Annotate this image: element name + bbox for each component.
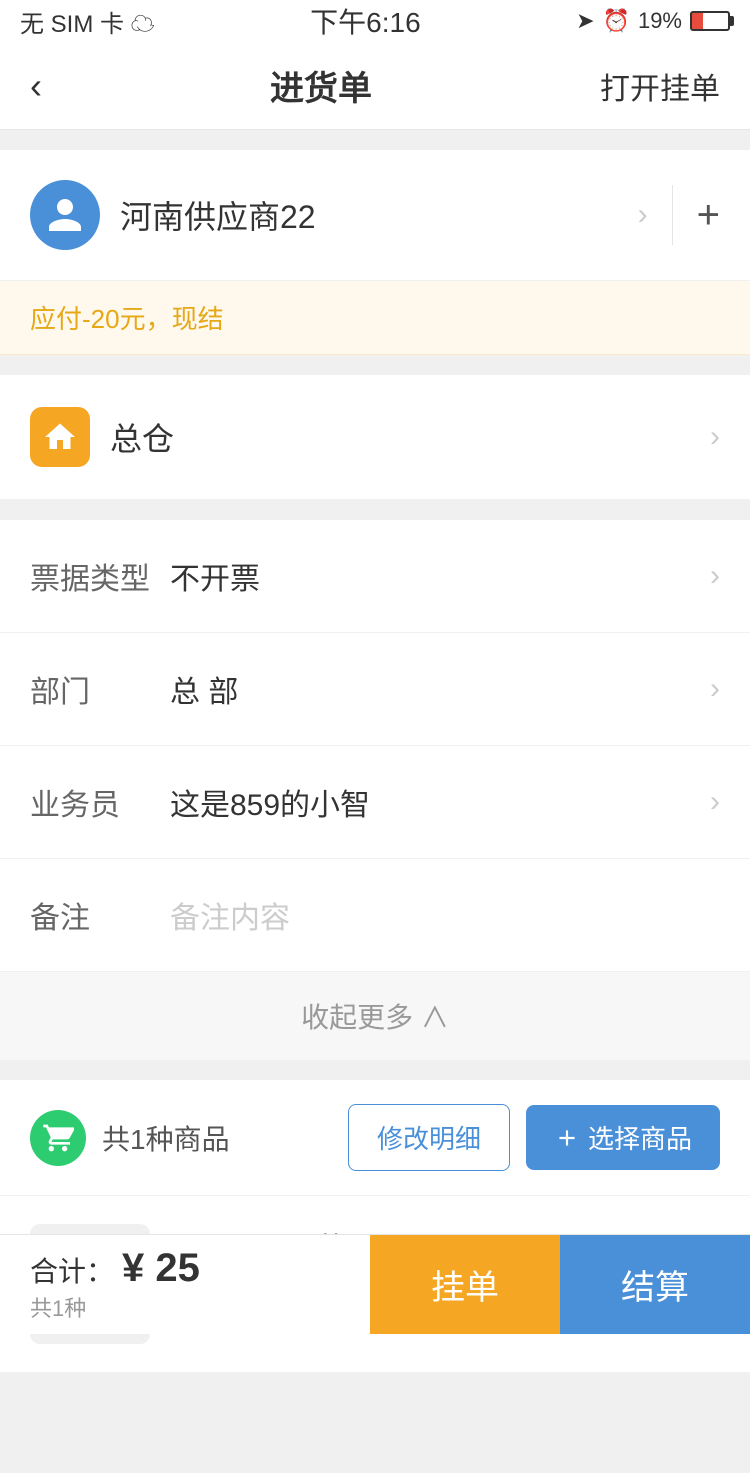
supplier-chevron-icon: › (638, 198, 648, 232)
warehouse-section: 总仓 › (0, 375, 750, 500)
total-main: 合计： ¥ 25 (30, 1246, 340, 1291)
page-title: 进货单 (270, 61, 372, 110)
section-gap-1 (0, 130, 750, 150)
salesperson-value: 这是859的小智 (170, 780, 710, 824)
status-time: 下午6:16 (310, 1, 421, 41)
supplier-section: 河南供应商22 › + 应付-20元，现结 (0, 150, 750, 355)
bottom-spacer (0, 1373, 750, 1473)
remark-label: 备注 (30, 893, 170, 937)
supplier-avatar (30, 180, 100, 250)
total-label: 合计： (30, 1250, 114, 1290)
salesperson-row[interactable]: 业务员 这是859的小智 › (0, 746, 750, 859)
nav-bar: ‹ 进货单 打开挂单 (0, 42, 750, 130)
warehouse-icon (30, 407, 90, 467)
supplier-name: 河南供应商22 (120, 192, 638, 238)
add-product-icon (554, 1125, 580, 1151)
battery-level: 19% (638, 8, 682, 34)
product-count-label: 共1种商品 (102, 1118, 348, 1158)
bottom-total: 合计： ¥ 25 共1种 (0, 1235, 370, 1334)
settle-button[interactable]: 结算 (560, 1235, 750, 1334)
status-right: ➤ ⏰ 19% (576, 8, 730, 34)
collapse-label: 收起更多 ∧ (301, 996, 449, 1036)
warehouse-label: 总仓 (110, 414, 710, 460)
select-product-button[interactable]: 选择商品 (526, 1105, 720, 1170)
person-icon (45, 195, 85, 235)
section-gap-2 (0, 355, 750, 375)
department-row[interactable]: 部门 总 部 › (0, 633, 750, 746)
department-value: 总 部 (170, 667, 710, 711)
invoice-type-row[interactable]: 票据类型 不开票 › (0, 520, 750, 633)
collapse-button[interactable]: 收起更多 ∧ (0, 972, 750, 1060)
vertical-divider (672, 185, 673, 245)
hang-button[interactable]: 挂单 (370, 1235, 560, 1334)
remark-placeholder: 备注内容 (170, 893, 720, 937)
invoice-type-value: 不开票 (170, 554, 710, 598)
warehouse-chevron-icon: › (710, 420, 720, 454)
battery-icon (690, 11, 730, 31)
remark-row[interactable]: 备注 备注内容 (0, 859, 750, 972)
section-gap-3 (0, 500, 750, 520)
form-section: 票据类型 不开票 › 部门 总 部 › 业务员 这是859的小智 › 备注 备注… (0, 520, 750, 972)
salesperson-label: 业务员 (30, 780, 170, 824)
bottom-bar: 合计： ¥ 25 共1种 挂单 结算 (0, 1234, 750, 1334)
invoice-type-chevron-icon: › (710, 559, 720, 593)
total-amount: ¥ 25 (122, 1246, 200, 1291)
sim-label: 无 SIM 卡 ☁ (20, 4, 155, 39)
status-bar: 无 SIM 卡 ☁ 下午6:16 ➤ ⏰ 19% (0, 0, 750, 42)
section-gap-4 (0, 1060, 750, 1080)
back-button[interactable]: ‹ (30, 65, 42, 107)
supplier-row[interactable]: 河南供应商22 › + (0, 150, 750, 281)
home-icon (42, 419, 78, 455)
invoice-type-label: 票据类型 (30, 554, 170, 598)
total-sub: 共1种 (30, 1291, 340, 1323)
department-chevron-icon: › (710, 672, 720, 706)
salesperson-chevron-icon: › (710, 785, 720, 819)
product-header-icon (30, 1110, 86, 1166)
select-product-label: 选择商品 (588, 1119, 692, 1156)
notice-banner: 应付-20元，现结 (0, 281, 750, 355)
edit-detail-button[interactable]: 修改明细 (348, 1104, 510, 1171)
department-label: 部门 (30, 667, 170, 711)
location-icon: ➤ (576, 8, 594, 34)
cart-icon (42, 1122, 74, 1154)
product-header: 共1种商品 修改明细 选择商品 (0, 1080, 750, 1196)
warehouse-row[interactable]: 总仓 › (0, 375, 750, 500)
alarm-icon: ⏰ (603, 8, 630, 34)
open-hang-button[interactable]: 打开挂单 (600, 64, 720, 108)
status-left: 无 SIM 卡 ☁ (20, 4, 155, 39)
add-supplier-button[interactable]: + (697, 195, 720, 235)
